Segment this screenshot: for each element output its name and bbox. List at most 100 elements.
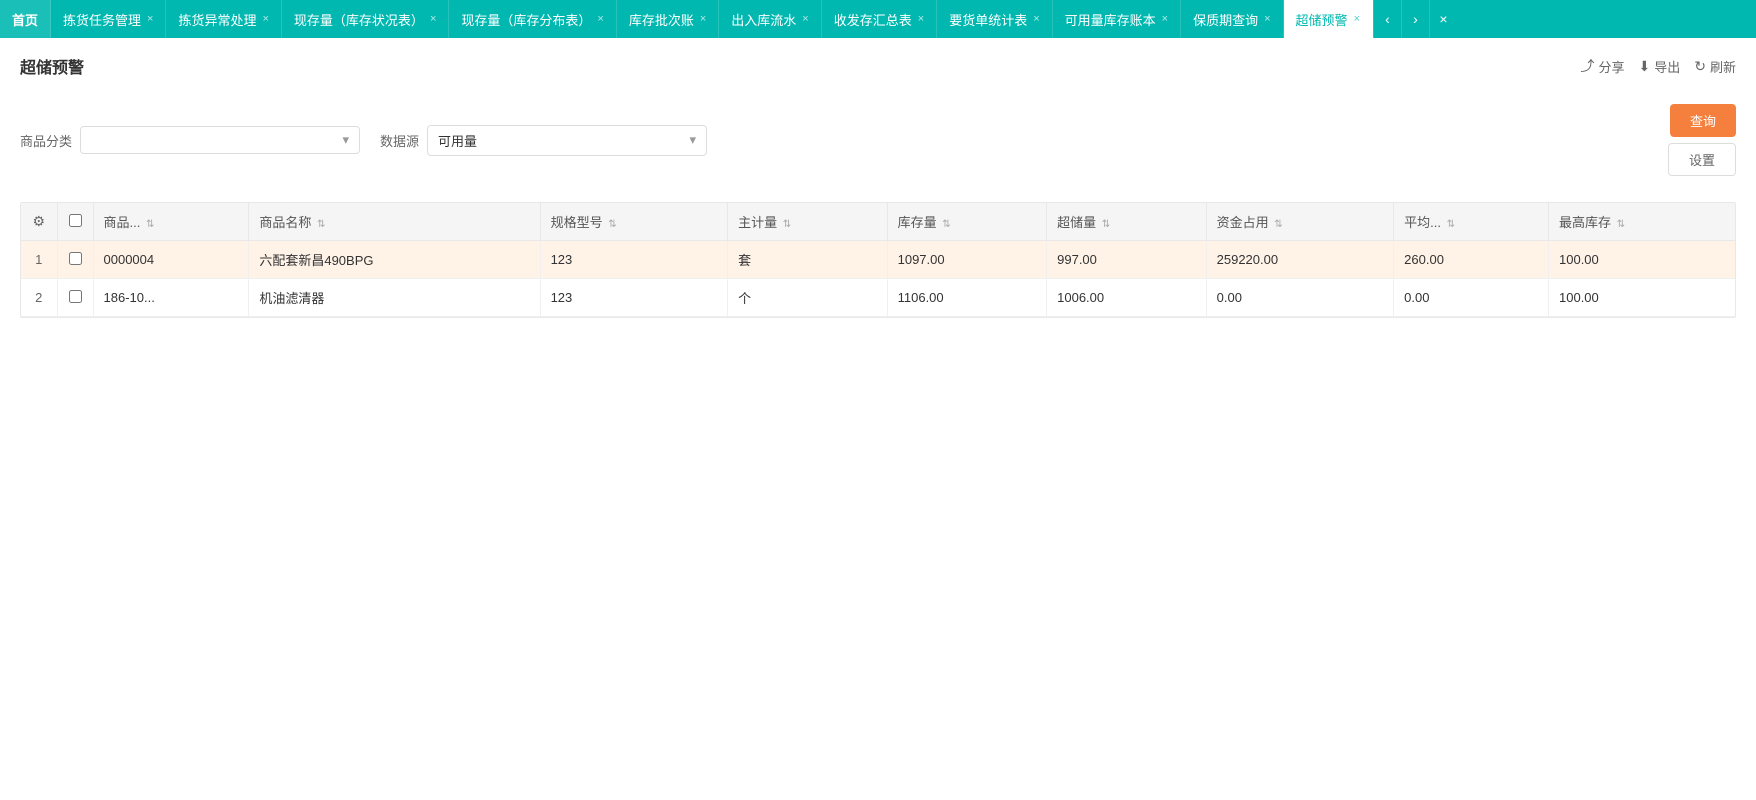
sort-icon[interactable]: ⇅ bbox=[1102, 219, 1110, 230]
sort-icon[interactable]: ⇅ bbox=[1447, 219, 1455, 230]
table-row: 1 0000004 六配套新昌490BPG 123 套 1097.00 997.… bbox=[21, 241, 1735, 279]
close-icon[interactable]: × bbox=[700, 13, 706, 25]
chevron-down-icon: ▾ bbox=[690, 132, 697, 148]
topbar-item-available[interactable]: 可用量库存账本 × bbox=[1053, 0, 1181, 38]
topbar-close-button[interactable]: × bbox=[1429, 0, 1457, 38]
topbar-item-order-stat[interactable]: 要货单统计表 × bbox=[937, 0, 1052, 38]
page-container: 超储预警 ⤴ 分享 ⬇ 导出 ↻ 刷新 商品分类 ▾ 数据源 bbox=[0, 38, 1756, 800]
row-spec: 123 bbox=[540, 241, 728, 279]
topbar: 首页 拣货任务管理 × 拣货异常处理 × 现存量（库存状况表） × 现存量（库存… bbox=[0, 0, 1756, 38]
datasource-select[interactable]: 可用量 ▾ bbox=[427, 125, 707, 156]
close-icon[interactable]: × bbox=[430, 13, 436, 25]
row-number: 1 bbox=[21, 241, 57, 279]
filter-buttons: 查询 设置 bbox=[1668, 104, 1736, 176]
query-button[interactable]: 查询 bbox=[1670, 104, 1736, 137]
data-table: ⚙ 商品... ⇅ 商品名称 ⇅ 规格型号 ⇅ bbox=[20, 202, 1736, 318]
row-stock: 1097.00 bbox=[887, 241, 1047, 279]
row-unit: 个 bbox=[728, 279, 888, 317]
row-checkbox[interactable] bbox=[69, 290, 82, 303]
row-stock: 1106.00 bbox=[887, 279, 1047, 317]
sort-icon[interactable]: ⇅ bbox=[1274, 219, 1282, 230]
category-label: 商品分类 bbox=[20, 131, 72, 150]
row-overstock: 997.00 bbox=[1047, 241, 1207, 279]
sort-icon[interactable]: ⇅ bbox=[608, 219, 616, 230]
select-all-checkbox[interactable] bbox=[69, 214, 82, 227]
close-icon[interactable]: × bbox=[1033, 13, 1039, 25]
row-name: 机油滤清器 bbox=[249, 279, 540, 317]
topbar-item-home[interactable]: 首页 bbox=[0, 0, 51, 38]
refresh-icon: ↻ bbox=[1694, 58, 1706, 75]
col-header-name: 商品名称 ⇅ bbox=[249, 203, 540, 241]
col-header-code: 商品... ⇅ bbox=[93, 203, 249, 241]
sort-icon[interactable]: ⇅ bbox=[1617, 219, 1625, 230]
sort-icon[interactable]: ⇅ bbox=[317, 219, 325, 230]
row-max-stock: 100.00 bbox=[1549, 279, 1736, 317]
table-header-row: ⚙ 商品... ⇅ 商品名称 ⇅ 规格型号 ⇅ bbox=[21, 203, 1735, 241]
filter-area: 商品分类 ▾ 数据源 可用量 ▾ 查询 设置 bbox=[20, 94, 1736, 186]
topbar-item-summary[interactable]: 收发存汇总表 × bbox=[822, 0, 937, 38]
row-capital: 259220.00 bbox=[1206, 241, 1394, 279]
close-icon[interactable]: × bbox=[597, 13, 603, 25]
gear-icon[interactable]: ⚙ bbox=[32, 213, 45, 229]
close-icon[interactable]: × bbox=[262, 13, 268, 25]
topbar-item-expiry[interactable]: 保质期查询 × bbox=[1181, 0, 1283, 38]
row-max-stock: 100.00 bbox=[1549, 241, 1736, 279]
share-button[interactable]: ⤴ 分享 bbox=[1580, 56, 1624, 76]
close-icon[interactable]: × bbox=[1264, 13, 1270, 25]
settings-button[interactable]: 设置 bbox=[1668, 143, 1736, 176]
category-filter: 商品分类 ▾ bbox=[20, 126, 360, 154]
close-icon[interactable]: × bbox=[802, 13, 808, 25]
page-header: 超储预警 ⤴ 分享 ⬇ 导出 ↻ 刷新 bbox=[20, 54, 1736, 78]
row-checkbox-cell bbox=[57, 279, 93, 317]
topbar-item-task-mgmt[interactable]: 拣货任务管理 × bbox=[51, 0, 166, 38]
col-header-max-stock: 最高库存 ⇅ bbox=[1549, 203, 1736, 241]
checkbox-col-header bbox=[57, 203, 93, 241]
topbar-item-overstock[interactable]: 超储预警 × bbox=[1284, 0, 1373, 38]
topbar-item-batch[interactable]: 库存批次账 × bbox=[617, 0, 719, 38]
row-unit: 套 bbox=[728, 241, 888, 279]
row-overstock: 1006.00 bbox=[1047, 279, 1207, 317]
topbar-item-exception[interactable]: 拣货异常处理 × bbox=[166, 0, 281, 38]
row-code: 186-10... bbox=[93, 279, 249, 317]
datasource-label: 数据源 bbox=[380, 131, 419, 150]
col-header-avg: 平均... ⇅ bbox=[1394, 203, 1549, 241]
row-spec: 123 bbox=[540, 279, 728, 317]
share-icon: ⤴ bbox=[1580, 56, 1594, 76]
topbar-next-button[interactable]: › bbox=[1401, 0, 1429, 38]
sort-icon[interactable]: ⇅ bbox=[783, 219, 791, 230]
sort-icon[interactable]: ⇅ bbox=[146, 219, 154, 230]
topbar-item-stock-dist[interactable]: 现存量（库存分布表） × bbox=[449, 0, 616, 38]
row-number: 2 bbox=[21, 279, 57, 317]
col-header-unit: 主计量 ⇅ bbox=[728, 203, 888, 241]
datasource-select-value: 可用量 bbox=[438, 131, 477, 150]
row-checkbox[interactable] bbox=[69, 252, 82, 265]
col-header-capital: 资金占用 ⇅ bbox=[1206, 203, 1394, 241]
table-row: 2 186-10... 机油滤清器 123 个 1106.00 1006.00 … bbox=[21, 279, 1735, 317]
close-icon[interactable]: × bbox=[1354, 13, 1360, 25]
row-name: 六配套新昌490BPG bbox=[249, 241, 540, 279]
row-capital: 0.00 bbox=[1206, 279, 1394, 317]
page-title: 超储预警 bbox=[20, 54, 84, 78]
category-select[interactable]: ▾ bbox=[80, 126, 360, 154]
settings-col-header: ⚙ bbox=[21, 203, 57, 241]
topbar-item-inout[interactable]: 出入库流水 × bbox=[719, 0, 821, 38]
row-code: 0000004 bbox=[93, 241, 249, 279]
chevron-down-icon: ▾ bbox=[342, 132, 349, 148]
row-checkbox-cell bbox=[57, 241, 93, 279]
topbar-item-stock-status[interactable]: 现存量（库存状况表） × bbox=[282, 0, 449, 38]
close-icon[interactable]: × bbox=[1162, 13, 1168, 25]
close-icon[interactable]: × bbox=[918, 13, 924, 25]
topbar-prev-button[interactable]: ‹ bbox=[1373, 0, 1401, 38]
col-header-stock: 库存量 ⇅ bbox=[887, 203, 1047, 241]
row-avg: 0.00 bbox=[1394, 279, 1549, 317]
row-avg: 260.00 bbox=[1394, 241, 1549, 279]
datasource-filter: 数据源 可用量 ▾ bbox=[380, 125, 707, 156]
page-actions: ⤴ 分享 ⬇ 导出 ↻ 刷新 bbox=[1580, 56, 1736, 76]
close-icon[interactable]: × bbox=[147, 13, 153, 25]
col-header-spec: 规格型号 ⇅ bbox=[540, 203, 728, 241]
export-icon: ⬇ bbox=[1639, 58, 1651, 75]
sort-icon[interactable]: ⇅ bbox=[942, 219, 950, 230]
export-button[interactable]: ⬇ 导出 bbox=[1639, 57, 1681, 76]
col-header-overstock: 超储量 ⇅ bbox=[1047, 203, 1207, 241]
refresh-button[interactable]: ↻ 刷新 bbox=[1694, 57, 1736, 76]
